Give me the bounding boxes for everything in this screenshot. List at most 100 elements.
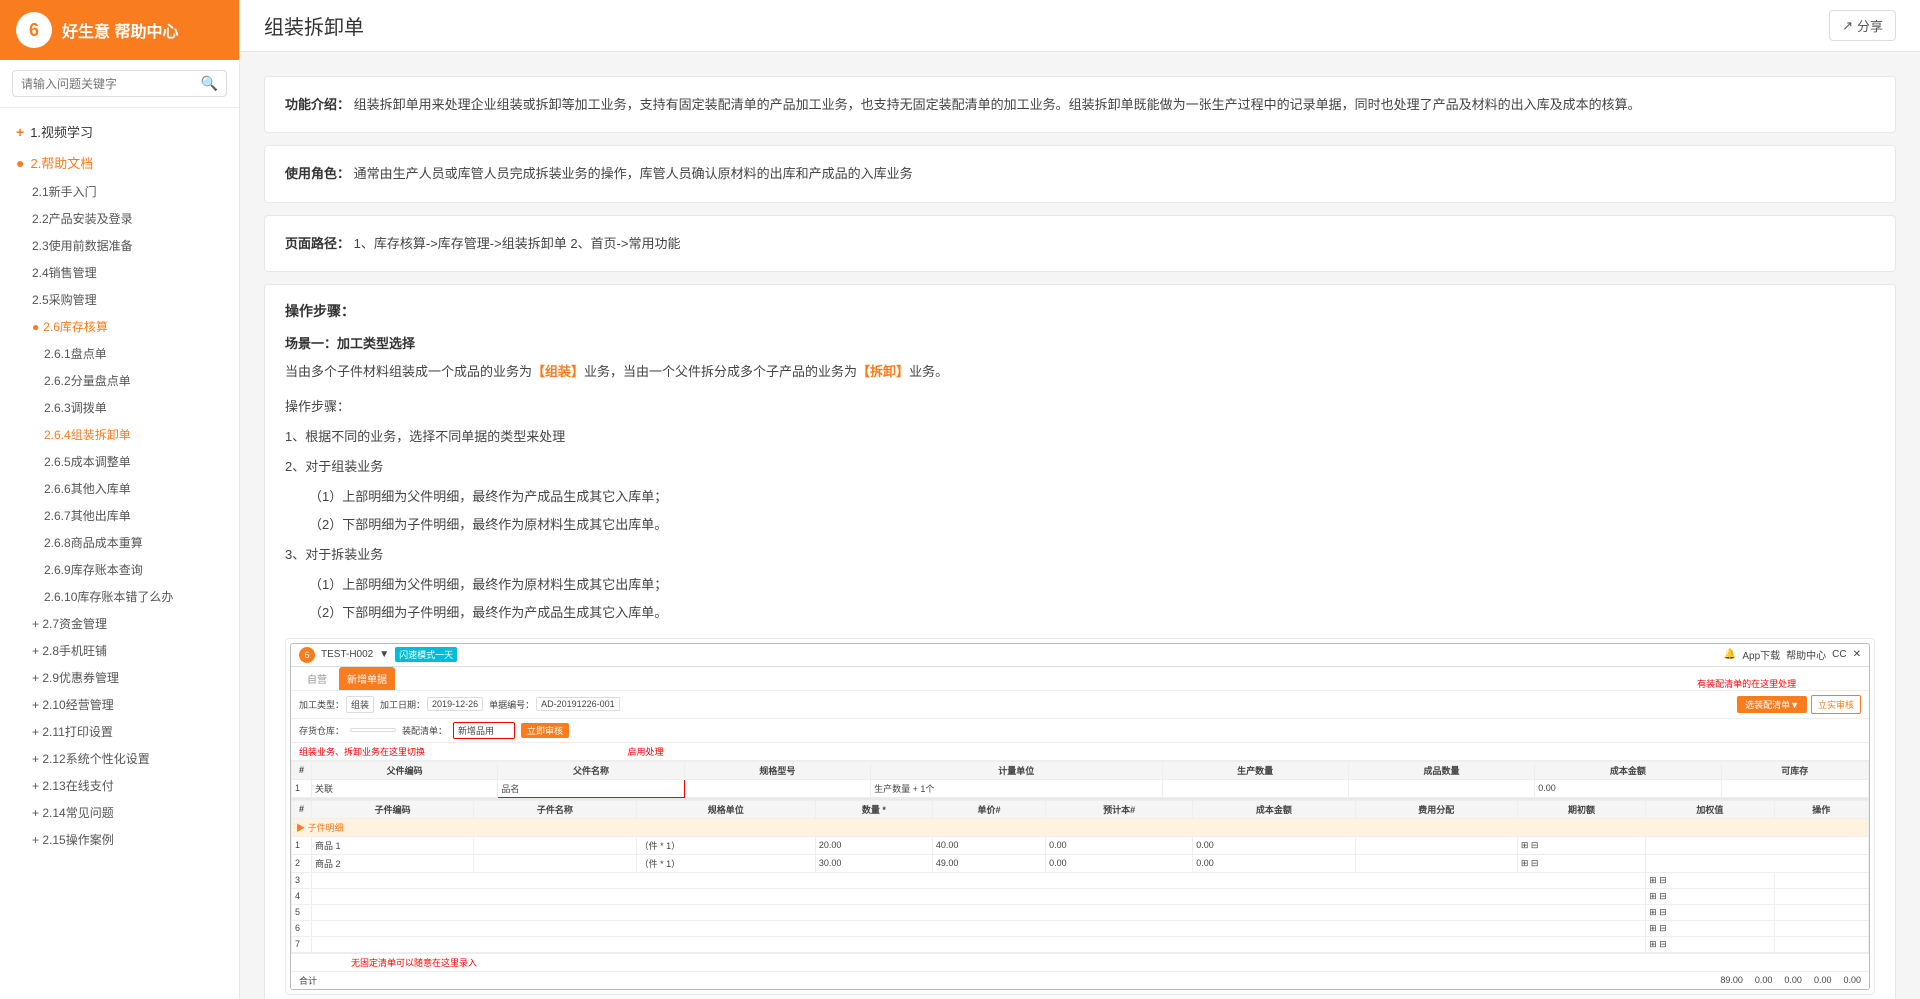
mock-close-icon: ✕ xyxy=(1853,649,1861,660)
footer-sep1: 0.00 xyxy=(1755,975,1773,985)
mock-status-badge: 闪速模式一天 xyxy=(395,647,457,662)
sub-table-cell xyxy=(312,888,1646,904)
search-input[interactable] xyxy=(21,77,201,91)
mock-docno-field: 单据编号： AD-20191226-001 xyxy=(489,697,620,711)
table-col-prod-qty: 生产数量 xyxy=(1162,761,1348,779)
sub-table-cell xyxy=(312,872,1646,888)
sub-table-cell xyxy=(1774,872,1869,888)
sub-table-cell: 4 xyxy=(292,888,312,904)
sidebar-item-stockerr[interactable]: 2.6.10库存账本错了么办 xyxy=(0,583,239,610)
plus-icon-coupon: + xyxy=(32,671,39,685)
minus-icon-inventory: ● xyxy=(32,320,39,334)
mock-verify-btn[interactable]: 立即审核 xyxy=(521,723,569,738)
mock-store-label: 存货仓库： xyxy=(299,724,344,737)
mock-tabs: 自营 新增单据 xyxy=(291,667,1869,691)
sidebar-item-adjust[interactable]: 2.6.3调拨单 xyxy=(0,394,239,421)
logo-icon: 6 xyxy=(16,12,52,48)
path-label: 页面路径： xyxy=(285,236,350,251)
sub-table-cell xyxy=(312,920,1646,936)
sub-table-cell: （件 * 1） xyxy=(636,836,815,854)
annotation4-row: 无固定清单可以随意在这里录入 xyxy=(291,953,1869,971)
sidebar-item-mobile[interactable]: + 2.8手机旺铺 xyxy=(0,637,239,664)
sidebar-item-stockquery[interactable]: 2.6.9库存账本查询 xyxy=(0,556,239,583)
sub-table-col-price: 单价# xyxy=(932,800,1045,818)
mock-tab-home: 自营 xyxy=(299,667,335,690)
sub-table-row-6: 6 ⊞ ⊟ xyxy=(292,920,1869,936)
sub-table-cell: 商品 1 xyxy=(312,836,474,854)
sidebar-item-assembly[interactable]: 2.6.4组装拆卸单 xyxy=(0,421,239,448)
table-cell xyxy=(684,779,870,797)
mock-docno-label: 单据编号： xyxy=(489,698,534,711)
mock-choose-template-btn[interactable]: 选装配清单▼ xyxy=(1737,696,1807,713)
sub-table-cell: 6 xyxy=(292,920,312,936)
mock-template-area: 有装配清单的在这里处理 选装配清单▼ 立实审核 xyxy=(1737,695,1861,714)
table-cell: 生产数量 + 1个 xyxy=(871,779,1162,797)
table-row-1: 1 关联 品名 生产数量 + 1个 0.00 xyxy=(292,779,1869,797)
sidebar-item-coupon[interactable]: + 2.9优惠券管理 xyxy=(0,664,239,691)
sub-table-cell: ⊞ ⊟ xyxy=(1646,904,1774,920)
sub-table-cell: 1 xyxy=(292,836,312,854)
sidebar-item-newbie[interactable]: 2.1新手入门 xyxy=(0,178,239,205)
mock-confirm-btn[interactable]: 立实审核 xyxy=(1811,695,1861,714)
sub-table-col-ops: 操作 xyxy=(1774,800,1869,818)
sub-table-cell xyxy=(1646,836,1869,854)
sidebar-item-install[interactable]: 2.2产品安装及登录 xyxy=(0,205,239,232)
sub-table-col-spec: 规格单位 xyxy=(636,800,815,818)
sub-table-cell xyxy=(312,904,1646,920)
sidebar-item-costadj[interactable]: 2.6.5成本调整单 xyxy=(0,448,239,475)
share-button[interactable]: ↗ 分享 xyxy=(1829,10,1896,41)
annotation4: 无固定清单可以随意在这里录入 xyxy=(351,958,477,968)
sidebar-item-stockcount[interactable]: 2.6.1盘点单 xyxy=(0,340,239,367)
content-area: 功能介绍： 组装拆卸单用来处理企业组装或拆卸等加工业务，支持有固定装配清单的产品… xyxy=(240,52,1920,999)
mock-assembly-label: 装配清单： xyxy=(402,724,447,737)
mock-avatar: CC xyxy=(1832,649,1846,660)
sidebar-item-purchase[interactable]: 2.5采购管理 xyxy=(0,286,239,313)
mock-apps-label: App下载 xyxy=(1742,647,1780,662)
sub-table-cell: 2 xyxy=(292,854,312,872)
sidebar-item-print[interactable]: + 2.11打印设置 xyxy=(0,718,239,745)
sidebar-item-custom[interactable]: + 2.12系统个性化设置 xyxy=(0,745,239,772)
sidebar-item-splitcount[interactable]: 2.6.2分量盘点单 xyxy=(0,367,239,394)
sub-table-col-weight: 加权值 xyxy=(1646,800,1774,818)
sidebar-item-faq[interactable]: + 2.14常见问题 xyxy=(0,799,239,826)
mock-help-label: 帮助中心 xyxy=(1786,647,1826,662)
scene1-desc3: 业务。 xyxy=(909,364,948,379)
sub-table-cell: 5 xyxy=(292,904,312,920)
plus-icon-ops: + xyxy=(32,698,39,712)
sub-table-row-5: 5 ⊞ ⊟ xyxy=(292,904,1869,920)
sub-table-cell xyxy=(1355,854,1517,872)
sidebar-item-inventory[interactable]: ● 2.6库存核算 xyxy=(0,313,239,340)
scene1-title: 场景一：加工类型选择 xyxy=(285,333,1875,352)
sidebar-item-data-prep[interactable]: 2.3使用前数据准备 xyxy=(0,232,239,259)
sidebar-item-otheroutstock[interactable]: 2.6.7其他出库单 xyxy=(0,502,239,529)
app-name: 好生意 帮助中心 xyxy=(62,18,178,42)
sub-table-col-num: # xyxy=(292,800,312,818)
sidebar-item-video[interactable]: + 1.视频学习 xyxy=(0,116,239,147)
sidebar-item-goodscost[interactable]: 2.6.8商品成本重算 xyxy=(0,529,239,556)
sub-table-row-1: 1 商品 1 （件 * 1） 20.00 40.00 0.00 0.00 xyxy=(292,836,1869,854)
sidebar-item-sales[interactable]: 2.4销售管理 xyxy=(0,259,239,286)
sidebar-item-finance[interactable]: + 2.7资金管理 xyxy=(0,610,239,637)
scene1-desc: 当由多个子件材料组装成一个成品的业务为【组装】业务，当由一个父件拆分成多个子产品… xyxy=(285,360,1875,383)
sub-table-cell xyxy=(312,936,1646,952)
sidebar-item-cases[interactable]: + 2.15操作案例 xyxy=(0,826,239,853)
sub-table-col-code: 子件编码 xyxy=(312,800,474,818)
sidebar-item-docs[interactable]: ● 2.帮助文档 xyxy=(0,147,239,178)
sub-table-cell xyxy=(1774,888,1869,904)
sidebar-item-onlinepay[interactable]: + 2.13在线支付 xyxy=(0,772,239,799)
plus-icon-custom: + xyxy=(32,752,39,766)
sub-table-col-init: 期初额 xyxy=(1517,800,1645,818)
sub-table-cell xyxy=(1774,936,1869,952)
ops-section: 操作步骤： 场景一：加工类型选择 当由多个子件材料组装成一个成品的业务为【组装】… xyxy=(264,284,1896,999)
search-icon[interactable]: 🔍 xyxy=(201,75,218,92)
func-intro-text: 组装拆卸单用来处理企业组装或拆卸等加工业务，支持有固定装配清单的产品加工业务，也… xyxy=(354,97,1641,112)
sidebar-item-otherinstock[interactable]: 2.6.6其他入库单 xyxy=(0,475,239,502)
annotation2: 组装业务、拆卸业务在这里切换 xyxy=(299,747,425,757)
step3-text: 3、对于拆装业务 xyxy=(285,542,1875,568)
table-col-prod-count: 成品数量 xyxy=(1348,761,1534,779)
screenshot-section: 6 TEST-H002 ▼ 闪速模式一天 🔔 App下载 帮助中心 CC ✕ xyxy=(285,638,1875,995)
table-cell xyxy=(1348,779,1534,797)
step2a: （1）上部明细为父件明细，最终作为产成品生成其它入库单； xyxy=(309,484,1875,510)
sidebar-item-ops[interactable]: + 2.10经营管理 xyxy=(0,691,239,718)
plus-icon-finance: + xyxy=(32,617,39,631)
